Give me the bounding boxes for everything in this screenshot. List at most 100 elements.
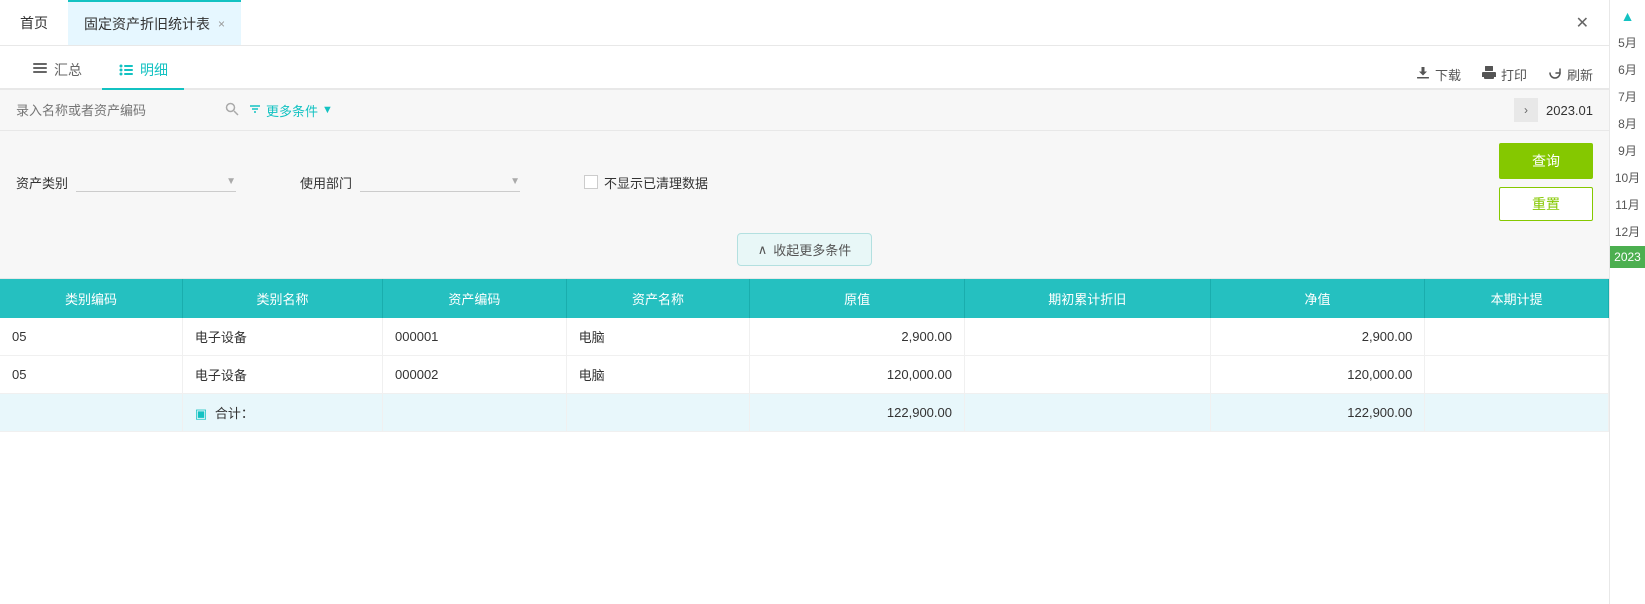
tab-close-icon[interactable]: × [218, 17, 225, 31]
sidebar-scroll-up[interactable]: ▲ [1621, 8, 1635, 24]
asset-category-arrow-icon: ▼ [226, 176, 236, 187]
cell-total-label: ▣ 合计： [182, 394, 382, 432]
data-table-wrap: 类别编码 类别名称 资产编码 资产名称 原值 期初累计折旧 净值 本期计提 05… [0, 279, 1609, 604]
list-icon [118, 62, 134, 78]
active-tab-label: 固定资产折旧统计表 [84, 14, 210, 34]
table-row: 05 电子设备 000002 电脑 120,000.00 120,000.00 [0, 356, 1609, 394]
reset-button[interactable]: 重置 [1499, 187, 1593, 221]
home-nav-item[interactable]: 首页 [0, 0, 68, 45]
filter-icon [248, 102, 262, 119]
asset-category-dropdown[interactable] [76, 174, 236, 189]
cell-asset-code: 000001 [383, 318, 567, 356]
refresh-button[interactable]: 刷新 [1547, 65, 1593, 84]
top-nav: 首页 固定资产折旧统计表 × ✕ [0, 0, 1609, 46]
chevron-up-icon: ∧ [758, 242, 768, 258]
chevron-down-icon: ▼ [322, 104, 333, 116]
sidebar-month-10[interactable]: 10月 [1615, 165, 1640, 190]
department-dropdown[interactable] [360, 174, 520, 189]
print-button[interactable]: 打印 [1481, 65, 1527, 84]
download-label: 下载 [1435, 65, 1461, 84]
sidebar-month-11[interactable]: 11月 [1615, 192, 1639, 217]
cell-net-value: 2,900.00 [1210, 318, 1425, 356]
cell-asset-name: 电脑 [566, 318, 750, 356]
active-tab[interactable]: 固定资产折旧统计表 × [68, 0, 241, 45]
print-icon [1481, 65, 1497, 84]
sidebar-month-8[interactable]: 8月 [1618, 111, 1637, 136]
cell-current-depreciation [1425, 318, 1609, 356]
cell-total-original-value: 122,900.00 [750, 394, 965, 432]
window-close-button[interactable]: ✕ [1556, 0, 1609, 45]
date-label: 2023.01 [1546, 103, 1593, 118]
tab-detail[interactable]: 明细 [102, 52, 184, 90]
total-label-text: 合计： [215, 406, 254, 421]
tab-summary-label: 汇总 [54, 60, 82, 80]
tab-bar: 汇总 明细 [0, 46, 1609, 90]
cell-category-name: 电子设备 [182, 318, 382, 356]
search-bar: 更多条件 ▼ › 2023.01 [0, 90, 1609, 131]
download-icon [1415, 65, 1431, 84]
col-current-depreciation: 本期计提 [1425, 279, 1609, 318]
col-category-code: 类别编码 [0, 279, 182, 318]
cell-total-net-value: 122,900.00 [1210, 394, 1425, 432]
cell-total-empty-2 [383, 394, 567, 432]
cell-category-code: 05 [0, 356, 182, 394]
table-total-row: ▣ 合计： 122,900.00 122,900.00 [0, 394, 1609, 432]
no-cleared-checkbox-item[interactable]: 不显示已清理数据 [584, 173, 708, 192]
asset-category-label: 资产类别 [16, 173, 68, 192]
filter-actions: 查询 重置 [1499, 143, 1593, 221]
collapse-button[interactable]: ∧ 收起更多条件 [737, 233, 873, 266]
collapse-label: 收起更多条件 [773, 240, 851, 259]
nav-arrow-button[interactable]: › [1514, 98, 1538, 122]
department-label: 使用部门 [300, 173, 352, 192]
table-row: 05 电子设备 000001 电脑 2,900.00 2,900.00 [0, 318, 1609, 356]
cell-original-value: 120,000.00 [750, 356, 965, 394]
total-icon: ▣ [195, 406, 207, 421]
cell-accumulated-depreciation [965, 356, 1211, 394]
department-select[interactable]: ▼ [360, 172, 520, 192]
more-filter-button[interactable]: 更多条件 ▼ [248, 101, 333, 120]
cell-asset-code: 000002 [383, 356, 567, 394]
cell-category-name: 电子设备 [182, 356, 382, 394]
refresh-icon [1547, 65, 1563, 84]
filter-area: 资产类别 ▼ 使用部门 ▼ 不显示已清理数 [0, 131, 1609, 279]
table-header-row: 类别编码 类别名称 资产编码 资产名称 原值 期初累计折旧 净值 本期计提 [0, 279, 1609, 318]
cell-total-empty-1 [0, 394, 182, 432]
tab-summary[interactable]: 汇总 [16, 52, 98, 90]
data-table: 类别编码 类别名称 资产编码 资产名称 原值 期初累计折旧 净值 本期计提 05… [0, 279, 1609, 432]
search-icon[interactable] [224, 101, 240, 120]
col-asset-name: 资产名称 [566, 279, 750, 318]
cell-net-value: 120,000.00 [1210, 356, 1425, 394]
more-filter-label: 更多条件 [266, 101, 318, 120]
cell-total-accumulated [965, 394, 1211, 432]
cell-category-code: 05 [0, 318, 182, 356]
col-net-value: 净值 [1210, 279, 1425, 318]
col-original-value: 原值 [750, 279, 965, 318]
cell-asset-name: 电脑 [566, 356, 750, 394]
asset-category-select[interactable]: ▼ [76, 172, 236, 192]
search-input[interactable] [16, 103, 216, 118]
print-label: 打印 [1501, 65, 1527, 84]
sidebar-year-2023[interactable]: 2023 [1609, 246, 1645, 268]
sidebar-month-12[interactable]: 12月 [1615, 219, 1640, 244]
no-cleared-label: 不显示已清理数据 [604, 173, 708, 192]
col-accumulated-depreciation: 期初累计折旧 [965, 279, 1211, 318]
download-button[interactable]: 下载 [1415, 65, 1461, 84]
col-category-name: 类别名称 [182, 279, 382, 318]
tab-detail-label: 明细 [140, 60, 168, 80]
sidebar-month-5[interactable]: 5月 [1618, 30, 1637, 55]
sidebar-month-6[interactable]: 6月 [1618, 57, 1637, 82]
department-arrow-icon: ▼ [510, 176, 520, 187]
refresh-label: 刷新 [1567, 65, 1593, 84]
cell-total-current [1425, 394, 1609, 432]
cell-current-depreciation [1425, 356, 1609, 394]
layers-icon [32, 62, 48, 78]
cell-original-value: 2,900.00 [750, 318, 965, 356]
cell-total-empty-3 [566, 394, 750, 432]
cell-accumulated-depreciation [965, 318, 1211, 356]
no-cleared-checkbox[interactable] [584, 175, 598, 189]
query-button[interactable]: 查询 [1499, 143, 1593, 179]
right-sidebar: ▲ 5月 6月 7月 8月 9月 10月 11月 12月 2023 [1609, 0, 1645, 604]
sidebar-month-9[interactable]: 9月 [1618, 138, 1637, 163]
sidebar-month-7[interactable]: 7月 [1618, 84, 1637, 109]
asset-category-filter: 资产类别 ▼ [16, 172, 236, 192]
